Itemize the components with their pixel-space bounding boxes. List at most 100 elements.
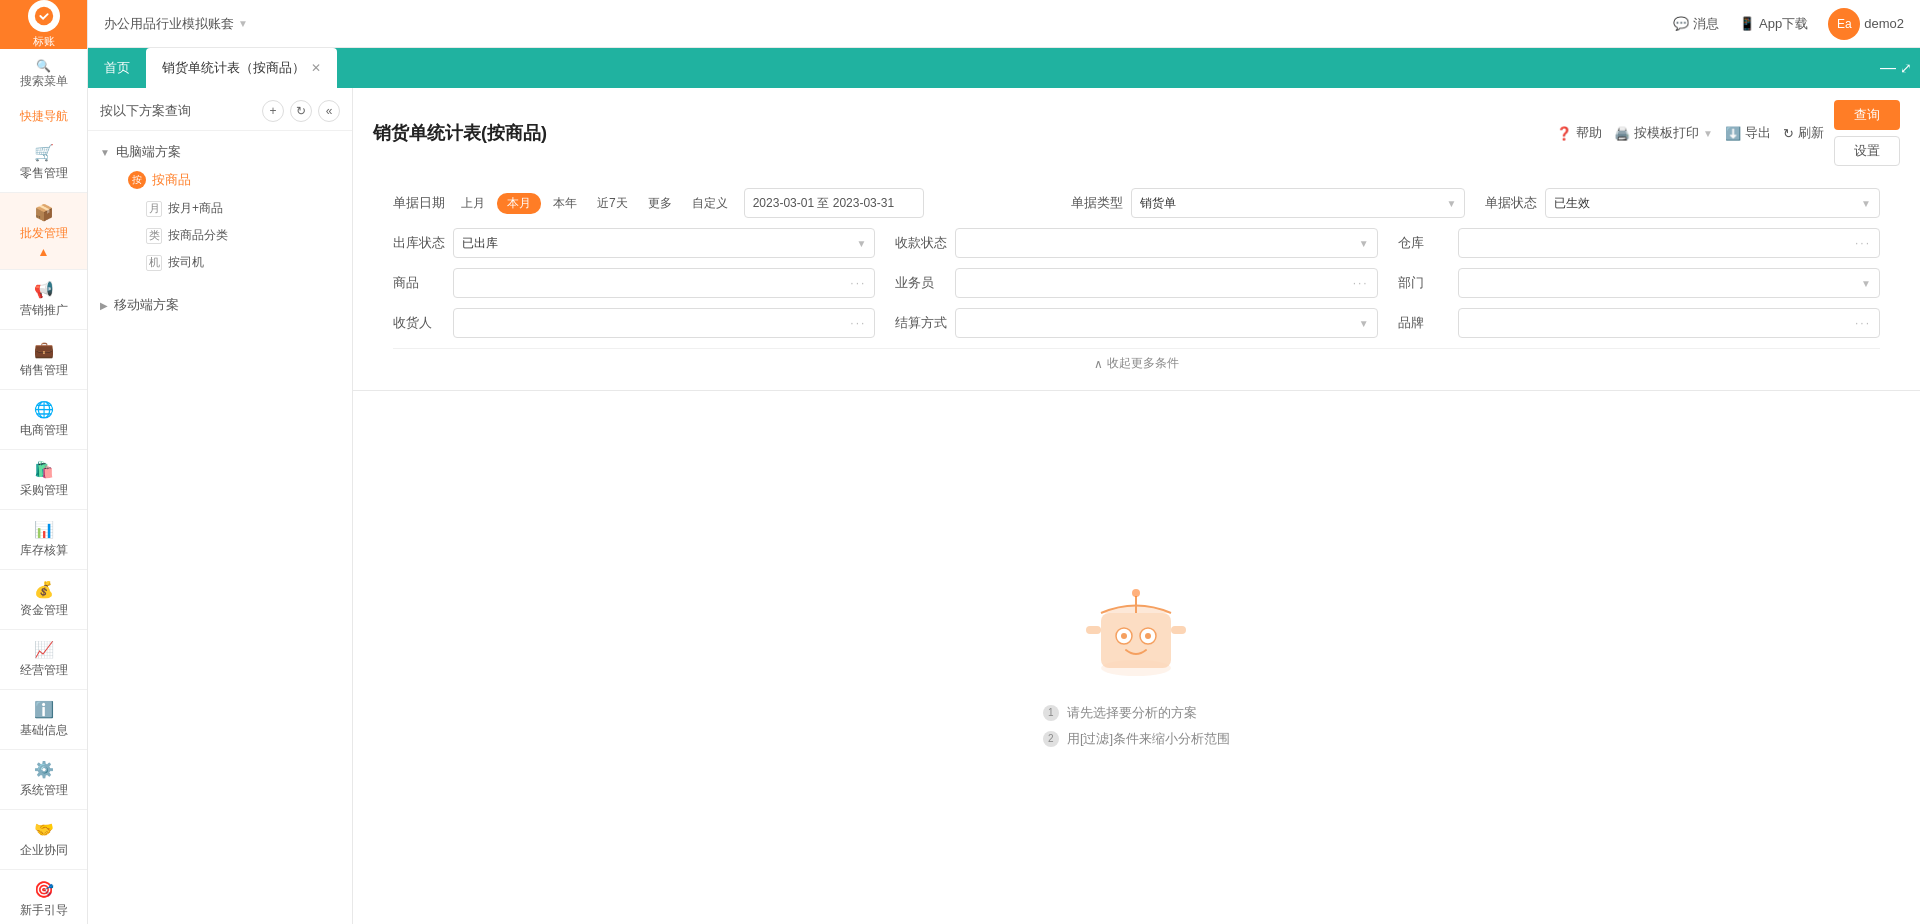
goods-input[interactable]: ··· <box>453 268 875 298</box>
date-tab-this-year[interactable]: 本年 <box>545 193 585 214</box>
sidebar-item-basic[interactable]: ℹ️ 基础信息 <box>0 690 87 750</box>
scheme-by-goods-category-label: 按商品分类 <box>168 227 228 244</box>
doc-type-value: 销货单 <box>1140 195 1176 212</box>
header-left: 办公用品行业模拟账套 ▼ <box>104 15 248 33</box>
data-area: 1 请先选择要分析的方案 2 用[过滤]条件来缩小分析范围 <box>353 391 1920 924</box>
query-button[interactable]: 查询 <box>1834 100 1900 130</box>
filter-row-4: 收货人 ··· 结算方式 ▼ <box>393 308 1880 338</box>
settings-button[interactable]: 设置 <box>1834 136 1900 166</box>
scheme-by-goods[interactable]: 按 按商品 <box>100 165 340 195</box>
tab-close-icon[interactable]: ✕ <box>311 61 321 75</box>
print-template-btn[interactable]: 🖨️ 按模板打印 ▼ <box>1614 124 1713 142</box>
doc-type-select[interactable]: 销货单 ▼ <box>1131 188 1466 218</box>
sidebar-search[interactable]: 🔍 搜索菜单 <box>0 49 87 100</box>
left-panel-actions: + ↻ « <box>262 100 340 122</box>
app-download-btn[interactable]: 📱 App下载 <box>1739 15 1808 33</box>
sidebar-item-retail[interactable]: 🛒 零售管理 <box>0 133 87 193</box>
scheme-by-goods-category[interactable]: 类 按商品分类 <box>100 222 340 249</box>
industry-selector[interactable]: 办公用品行业模拟账套 ▼ <box>104 15 248 33</box>
scheme-by-cashier[interactable]: 机 按司机 <box>100 249 340 276</box>
sidebar-item-ecommerce[interactable]: 🌐 电商管理 <box>0 390 87 450</box>
svg-rect-8 <box>1171 626 1186 634</box>
filter-salesperson: 业务员 ··· <box>895 268 1377 298</box>
refresh-btn[interactable]: ↻ 刷新 <box>1783 124 1824 142</box>
date-tab-last-month[interactable]: 上月 <box>453 193 493 214</box>
svg-point-6 <box>1145 633 1151 639</box>
app-download-icon: 📱 <box>1739 16 1755 31</box>
sidebar-item-marketing[interactable]: 📢 营销推广 <box>0 270 87 330</box>
empty-illustration <box>1076 568 1196 688</box>
filter-receipt-status: 收款状态 ▼ <box>895 228 1377 258</box>
date-tab-7days[interactable]: 近7天 <box>589 193 636 214</box>
sidebar-item-system[interactable]: ⚙️ 系统管理 <box>0 750 87 810</box>
payment-method-chevron: ▼ <box>1359 318 1369 329</box>
filter-row-2: 出库状态 已出库 ▼ 收款状态 ▼ <box>393 228 1880 258</box>
message-btn[interactable]: 💬 消息 <box>1673 15 1719 33</box>
scheme-group-pc: ▼ 电脑端方案 按 按商品 月 按月+商品 类 按商品分类 机 按司 <box>88 131 352 284</box>
collapse-panel-btn[interactable]: « <box>318 100 340 122</box>
empty-text: 1 请先选择要分析的方案 2 用[过滤]条件来缩小分析范围 <box>1043 704 1230 748</box>
out-status-select[interactable]: 已出库 ▼ <box>453 228 875 258</box>
warehouse-label: 仓库 <box>1398 234 1450 252</box>
scheme-group-pc-header[interactable]: ▼ 电脑端方案 <box>100 139 340 165</box>
receipt-status-chevron: ▼ <box>1359 238 1369 249</box>
sidebar-item-wholesale[interactable]: 📦 批发管理 ▲ <box>0 193 87 270</box>
export-label: 导出 <box>1745 124 1771 142</box>
scheme-group-mobile-header[interactable]: ▶ 移动端方案 <box>100 292 340 318</box>
message-icon: 💬 <box>1673 16 1689 31</box>
receipt-status-select[interactable]: ▼ <box>955 228 1377 258</box>
search-label: 搜索菜单 <box>0 73 87 90</box>
doc-status-select[interactable]: 已生效 ▼ <box>1545 188 1880 218</box>
print-dropdown-icon: ▼ <box>1703 128 1713 139</box>
warehouse-dots: ··· <box>1855 236 1871 250</box>
step-2-icon: 2 <box>1043 731 1059 747</box>
date-tab-more[interactable]: 更多 <box>640 193 680 214</box>
filter-row-1: 单据日期 上月 本月 本年 近7天 更多 自定义 <box>393 188 1880 218</box>
tab-sales-stats[interactable]: 销货单统计表（按商品） ✕ <box>146 48 337 88</box>
sidebar-item-finance[interactable]: 💰 资金管理 <box>0 570 87 630</box>
sidebar-item-corp[interactable]: 🤝 企业协同 <box>0 810 87 870</box>
refresh-scheme-btn[interactable]: ↻ <box>290 100 312 122</box>
step-1-text: 请先选择要分析的方案 <box>1067 704 1197 722</box>
sidebar-item-purchase[interactable]: 🛍️ 采购管理 <box>0 450 87 510</box>
sub-icon-3: 机 <box>146 255 162 271</box>
date-tab-this-month[interactable]: 本月 <box>497 193 541 214</box>
add-scheme-btn[interactable]: + <box>262 100 284 122</box>
date-tab-custom[interactable]: 自定义 <box>684 193 736 214</box>
sidebar-item-operations[interactable]: 📈 经营管理 <box>0 630 87 690</box>
scheme-by-month-goods[interactable]: 月 按月+商品 <box>100 195 340 222</box>
department-select[interactable]: ▼ <box>1458 268 1880 298</box>
sidebar-item-newbie[interactable]: 🎯 新手引导 <box>0 870 87 924</box>
tab-minimize-icon[interactable]: — <box>1880 59 1896 77</box>
filter-department: 部门 ▼ <box>1398 268 1880 298</box>
sidebar-item-inventory[interactable]: 📊 库存核算 <box>0 510 87 570</box>
refresh-label: 刷新 <box>1798 124 1824 142</box>
refresh-icon: ↻ <box>1783 126 1794 141</box>
payment-method-select[interactable]: ▼ <box>955 308 1377 338</box>
quick-nav[interactable]: 快捷导航 <box>0 100 87 133</box>
consignee-input[interactable]: ··· <box>453 308 875 338</box>
sidebar-item-sales[interactable]: 💼 销售管理 <box>0 330 87 390</box>
print-icon: 🖨️ <box>1614 126 1630 141</box>
help-btn[interactable]: ❓ 帮助 <box>1556 124 1602 142</box>
tab-home[interactable]: 首页 <box>88 48 146 88</box>
user-menu[interactable]: Ea demo2 <box>1828 8 1904 40</box>
date-range-input[interactable]: 2023-03-01 至 2023-03-31 <box>744 188 924 218</box>
filter-row-3: 商品 ··· 业务员 ··· <box>393 268 1880 298</box>
date-label: 单据日期 <box>393 194 445 212</box>
print-label: 按模板打印 <box>1634 124 1699 142</box>
collapse-filter-btn[interactable]: ∧ 收起更多条件 <box>393 348 1880 378</box>
expand-icon: ▼ <box>100 147 110 158</box>
search-icon: 🔍 <box>0 59 87 73</box>
svg-point-10 <box>1132 589 1140 597</box>
quick-nav-label: 快捷导航 <box>20 109 68 123</box>
brand-input[interactable]: ··· <box>1458 308 1880 338</box>
export-btn[interactable]: ⬇️ 导出 <box>1725 124 1771 142</box>
app-logo-text: 标账 <box>33 34 55 49</box>
page-title-bar: 销货单统计表(按商品) ❓ 帮助 🖨️ 按模板打印 ▼ <box>353 88 1920 391</box>
tab-maximize-icon[interactable]: ⤢ <box>1900 60 1912 76</box>
operations-icon: 📈 <box>34 640 54 659</box>
salesperson-input[interactable]: ··· <box>955 268 1377 298</box>
inventory-icon: 📊 <box>34 520 54 539</box>
warehouse-input[interactable]: ··· <box>1458 228 1880 258</box>
